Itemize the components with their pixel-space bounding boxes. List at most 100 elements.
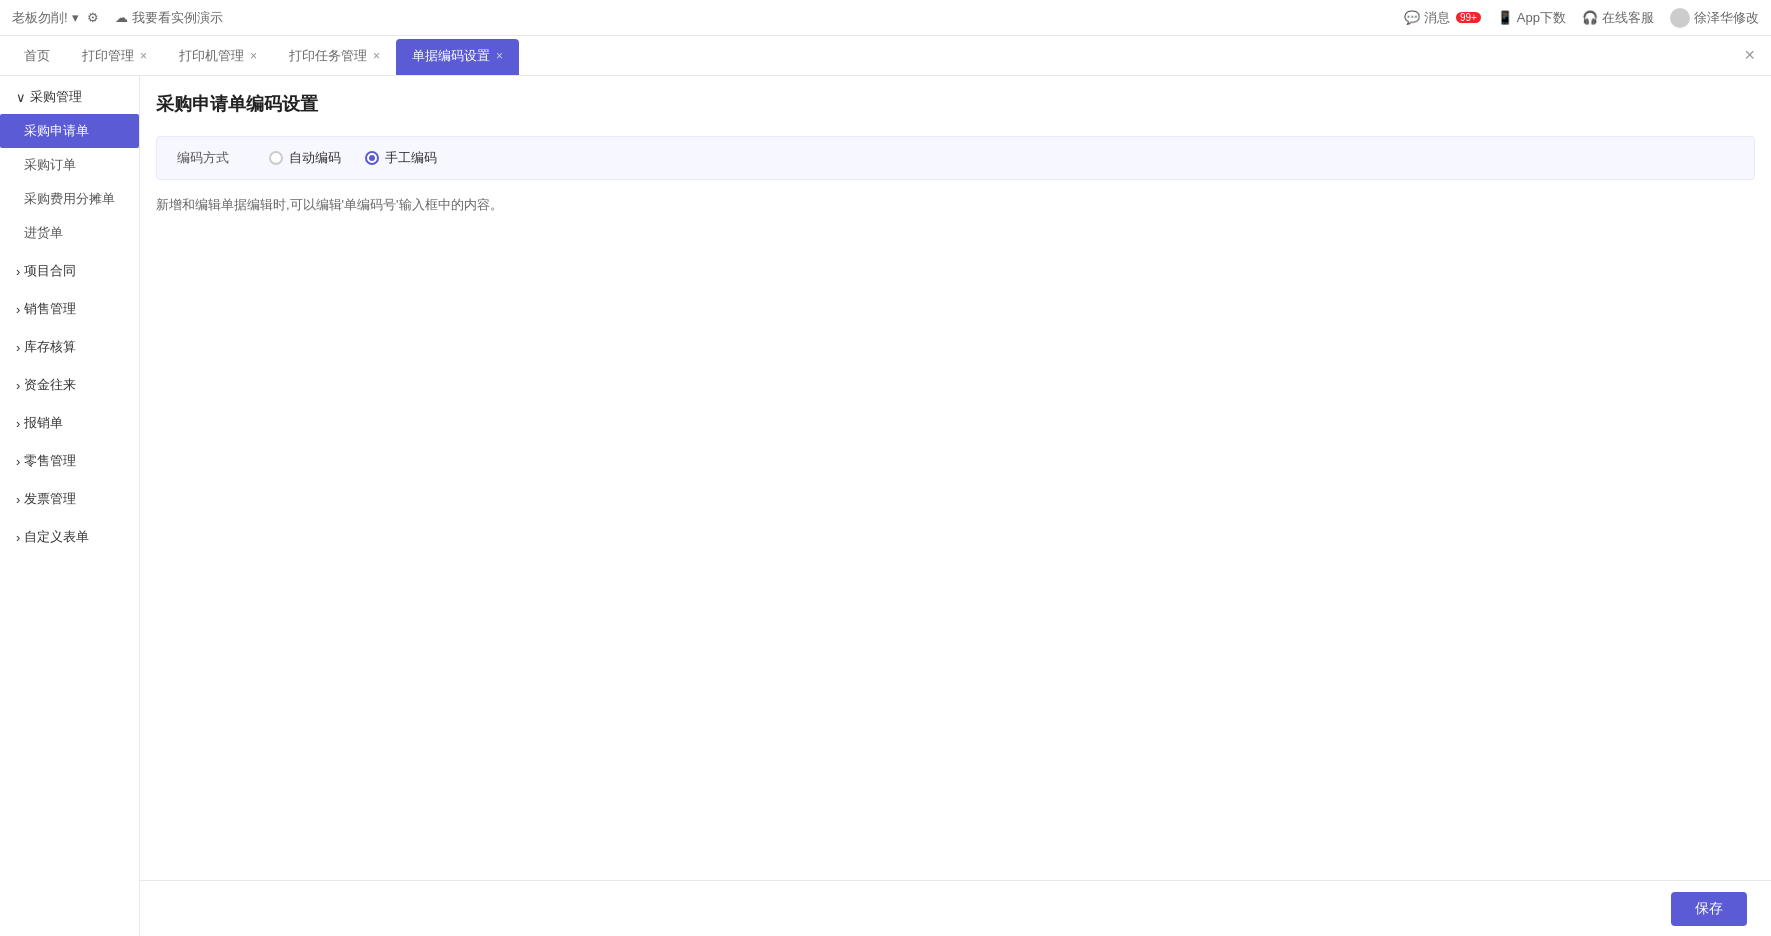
sidebar-item-purchase-expense[interactable]: 采购费用分摊单 xyxy=(0,182,139,216)
chevron-down-icon: ∨ xyxy=(16,90,26,105)
content-main: 采购申请单编码设置 编码方式 自动编码 手工编码 新增和编辑单据编辑时,可以编辑… xyxy=(140,76,1771,880)
tab-printer-management[interactable]: 打印机管理 × xyxy=(163,39,273,75)
avatar-icon xyxy=(1670,8,1690,28)
app-download-button[interactable]: 📱 App下数 xyxy=(1497,9,1566,27)
sidebar-group-invoice-label: 发票管理 xyxy=(24,490,76,508)
sidebar-item-purchase-request[interactable]: 采购申请单 xyxy=(0,114,139,148)
chevron-right-icon7: › xyxy=(16,492,20,507)
main-layout: ∨ 采购管理 采购申请单 采购订单 采购费用分摊单 进货单 › 项目合同 xyxy=(0,76,1771,936)
headset-icon: 🎧 xyxy=(1582,10,1598,25)
tab-print-management-label: 打印管理 xyxy=(82,47,134,65)
user-menu[interactable]: 徐泽华修改 xyxy=(1670,8,1759,28)
top-bar-left: 老板勿削! ▾ ⚙ ☁ 我要看实例演示 xyxy=(12,9,223,27)
tab-code-settings-label: 单据编码设置 xyxy=(412,47,490,65)
tab-print-task[interactable]: 打印任务管理 × xyxy=(273,39,396,75)
sidebar-group-retail-label: 零售管理 xyxy=(24,452,76,470)
message-label: 消息 xyxy=(1424,9,1450,27)
sidebar-group-invoice: › 发票管理 xyxy=(0,482,139,516)
chevron-right-icon4: › xyxy=(16,378,20,393)
chevron-right-icon6: › xyxy=(16,454,20,469)
sidebar-group-sales: › 销售管理 xyxy=(0,292,139,326)
notice-link[interactable]: ☁ 我要看实例演示 xyxy=(115,9,223,27)
radio-auto-code[interactable]: 自动编码 xyxy=(269,149,341,167)
tab-print-management[interactable]: 打印管理 × xyxy=(66,39,163,75)
sidebar-item-purchase-expense-label: 采购费用分摊单 xyxy=(24,191,115,206)
notice-text: 我要看实例演示 xyxy=(132,9,223,27)
tab-print-task-close[interactable]: × xyxy=(373,49,380,63)
sidebar-group-purchase-title[interactable]: ∨ 采购管理 xyxy=(0,80,139,114)
radio-auto-circle xyxy=(269,151,283,165)
sidebar-group-sales-label: 销售管理 xyxy=(24,300,76,318)
settings-icon[interactable]: ⚙ xyxy=(87,10,99,25)
chevron-right-icon: › xyxy=(16,264,20,279)
encoding-label: 编码方式 xyxy=(177,149,229,167)
tab-bar: 首页 打印管理 × 打印机管理 × 打印任务管理 × 单据编码设置 × × xyxy=(0,36,1771,76)
sidebar-group-inventory-title[interactable]: › 库存核算 xyxy=(0,330,139,364)
save-button[interactable]: 保存 xyxy=(1671,892,1747,926)
auto-code-label: 自动编码 xyxy=(289,149,341,167)
sidebar-group-project-label: 项目合同 xyxy=(24,262,76,280)
sidebar: ∨ 采购管理 采购申请单 采购订单 采购费用分摊单 进货单 › 项目合同 xyxy=(0,76,140,936)
sidebar-group-purchase: ∨ 采购管理 采购申请单 采购订单 采购费用分摊单 进货单 xyxy=(0,80,139,250)
chevron-right-icon3: › xyxy=(16,340,20,355)
sidebar-group-reimbursement-title[interactable]: › 报销单 xyxy=(0,406,139,440)
cloud-icon: ☁ xyxy=(115,10,128,25)
manual-code-label: 手工编码 xyxy=(385,149,437,167)
sidebar-item-stock-in-label: 进货单 xyxy=(24,225,63,240)
bottom-bar: 保存 xyxy=(140,880,1771,936)
sidebar-item-purchase-order[interactable]: 采购订单 xyxy=(0,148,139,182)
chevron-right-icon8: › xyxy=(16,530,20,545)
radio-manual-circle xyxy=(365,151,379,165)
top-bar-right: 💬 消息 99+ 📱 App下数 🎧 在线客服 徐泽华修改 xyxy=(1404,8,1759,28)
sidebar-group-sales-title[interactable]: › 销售管理 xyxy=(0,292,139,326)
app-icon: 📱 xyxy=(1497,10,1513,25)
sidebar-group-retail-title[interactable]: › 零售管理 xyxy=(0,444,139,478)
content-area: 采购申请单编码设置 编码方式 自动编码 手工编码 新增和编辑单据编辑时,可以编辑… xyxy=(140,76,1771,936)
chevron-right-icon2: › xyxy=(16,302,20,317)
brand-text: 老板勿削! xyxy=(12,9,68,27)
user-name: 徐泽华修改 xyxy=(1694,9,1759,27)
brand: 老板勿削! ▾ ⚙ xyxy=(12,9,99,27)
online-service-label: 在线客服 xyxy=(1602,9,1654,27)
tab-code-settings[interactable]: 单据编码设置 × xyxy=(396,39,519,75)
encoding-section: 编码方式 自动编码 手工编码 xyxy=(156,136,1755,180)
sidebar-item-purchase-request-label: 采购申请单 xyxy=(24,123,89,138)
sidebar-group-project: › 项目合同 xyxy=(0,254,139,288)
sidebar-group-invoice-title[interactable]: › 发票管理 xyxy=(0,482,139,516)
sidebar-group-finance-title[interactable]: › 资金往来 xyxy=(0,368,139,402)
tab-printer-management-label: 打印机管理 xyxy=(179,47,244,65)
chevron-right-icon5: › xyxy=(16,416,20,431)
top-bar: 老板勿削! ▾ ⚙ ☁ 我要看实例演示 💬 消息 99+ 📱 App下数 🎧 在… xyxy=(0,0,1771,36)
message-badge: 99+ xyxy=(1456,12,1481,23)
tab-home-label: 首页 xyxy=(24,47,50,65)
tab-code-settings-close[interactable]: × xyxy=(496,49,503,63)
tab-print-management-close[interactable]: × xyxy=(140,49,147,63)
sidebar-group-project-title[interactable]: › 项目合同 xyxy=(0,254,139,288)
sidebar-group-custom: › 自定义表单 xyxy=(0,520,139,554)
radio-manual-code[interactable]: 手工编码 xyxy=(365,149,437,167)
dropdown-icon[interactable]: ▾ xyxy=(72,10,79,25)
sidebar-item-stock-in[interactable]: 进货单 xyxy=(0,216,139,250)
sidebar-group-inventory: › 库存核算 xyxy=(0,330,139,364)
sidebar-group-custom-label: 自定义表单 xyxy=(24,528,89,546)
tab-print-task-label: 打印任务管理 xyxy=(289,47,367,65)
radio-group: 自动编码 手工编码 xyxy=(269,149,437,167)
page-title: 采购申请单编码设置 xyxy=(156,92,1755,116)
message-icon: 💬 xyxy=(1404,10,1420,25)
sidebar-group-retail: › 零售管理 xyxy=(0,444,139,478)
tab-printer-management-close[interactable]: × xyxy=(250,49,257,63)
sidebar-group-finance: › 资金往来 xyxy=(0,368,139,402)
sidebar-group-reimbursement: › 报销单 xyxy=(0,406,139,440)
description-text: 新增和编辑单据编辑时,可以编辑'单编码号'输入框中的内容。 xyxy=(156,196,1755,214)
sidebar-item-purchase-order-label: 采购订单 xyxy=(24,157,76,172)
online-service-button[interactable]: 🎧 在线客服 xyxy=(1582,9,1654,27)
close-all-tabs[interactable]: × xyxy=(1736,45,1763,66)
sidebar-group-custom-title[interactable]: › 自定义表单 xyxy=(0,520,139,554)
sidebar-group-finance-label: 资金往来 xyxy=(24,376,76,394)
tab-home[interactable]: 首页 xyxy=(8,39,66,75)
message-button[interactable]: 💬 消息 99+ xyxy=(1404,9,1481,27)
sidebar-group-reimbursement-label: 报销单 xyxy=(24,414,63,432)
sidebar-group-inventory-label: 库存核算 xyxy=(24,338,76,356)
sidebar-group-purchase-label: 采购管理 xyxy=(30,88,82,106)
app-download-label: App下数 xyxy=(1517,9,1566,27)
